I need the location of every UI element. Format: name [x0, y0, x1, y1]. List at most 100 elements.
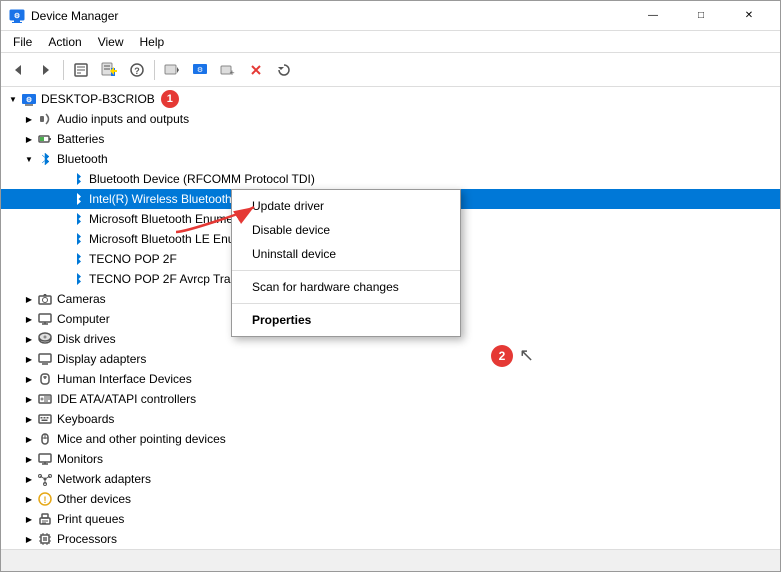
tree-item-monitors[interactable]: Monitors	[1, 449, 780, 469]
mice-label: Mice and other pointing devices	[57, 432, 226, 446]
cameras-icon	[37, 291, 53, 307]
expand-arrow-monitors[interactable]	[21, 451, 37, 467]
help-toolbar-button[interactable]: ?	[124, 57, 150, 83]
svg-text:⚙: ⚙	[197, 66, 203, 74]
bt4-icon	[69, 231, 85, 247]
maximize-button[interactable]: □	[678, 1, 724, 31]
device-manager-icon-button[interactable]: ⚙	[187, 57, 213, 83]
monitors-label: Monitors	[57, 452, 103, 466]
expand-arrow-network[interactable]	[21, 471, 37, 487]
toolbar: ? ⚙ +	[1, 53, 780, 87]
expand-arrow-audio[interactable]	[21, 111, 37, 127]
title-bar: ⚙ Device Manager — □ ✕	[1, 1, 780, 31]
ctx-update-driver[interactable]: Update driver	[232, 194, 460, 218]
display-icon	[37, 351, 53, 367]
window-controls: — □ ✕	[630, 1, 772, 31]
bt2-icon	[69, 191, 85, 207]
add-hardware-button[interactable]: +	[215, 57, 241, 83]
context-menu: Update driver Disable device Uninstall d…	[231, 189, 461, 337]
svg-text:!: !	[44, 495, 47, 505]
close-button[interactable]: ✕	[726, 1, 772, 31]
processors-icon	[37, 531, 53, 547]
hid-label: Human Interface Devices	[57, 372, 192, 386]
tree-item-processors[interactable]: Processors	[1, 529, 780, 549]
tree-item-hid[interactable]: Human Interface Devices	[1, 369, 780, 389]
uninstall-toolbar-button[interactable]	[243, 57, 269, 83]
separator1	[63, 60, 64, 80]
back-button[interactable]	[5, 57, 31, 83]
audio-label: Audio inputs and outputs	[57, 112, 189, 126]
badge-1: 1	[161, 90, 179, 108]
expand-arrow-print[interactable]	[21, 511, 37, 527]
bt1-icon	[69, 171, 85, 187]
other-icon: !	[37, 491, 53, 507]
status-bar	[1, 549, 780, 571]
scan-changes-toolbar-button[interactable]	[159, 57, 185, 83]
window-title: Device Manager	[31, 9, 630, 23]
expand-arrow-disk[interactable]	[21, 331, 37, 347]
bt5-label: TECNO POP 2F	[89, 252, 177, 266]
expand-arrow-computer[interactable]	[21, 311, 37, 327]
ctx-sep1	[232, 270, 460, 271]
ctx-scan-changes[interactable]: Scan for hardware changes	[232, 275, 460, 299]
ctx-properties[interactable]: Properties	[232, 308, 460, 332]
computer-label: Computer	[57, 312, 110, 326]
forward-button[interactable]	[33, 57, 59, 83]
disk-icon	[37, 331, 53, 347]
expand-arrow-mice[interactable]	[21, 431, 37, 447]
main-content: ⚙ DESKTOP-B3CRIOB 1 Audio inputs and	[1, 87, 780, 549]
svg-text:?: ?	[134, 66, 140, 76]
tree-item-other[interactable]: ! Other devices	[1, 489, 780, 509]
expand-arrow-cameras[interactable]	[21, 291, 37, 307]
batteries-label: Batteries	[57, 132, 104, 146]
properties-toolbar-button[interactable]	[68, 57, 94, 83]
tree-item-network[interactable]: Network adapters	[1, 469, 780, 489]
batteries-icon	[37, 131, 53, 147]
mice-icon	[37, 431, 53, 447]
tree-item-batteries[interactable]: Batteries	[1, 129, 780, 149]
tree-item-mice[interactable]: Mice and other pointing devices	[1, 429, 780, 449]
tree-item-display[interactable]: Display adapters	[1, 349, 780, 369]
menu-action[interactable]: Action	[40, 33, 89, 51]
ctx-sep2	[232, 303, 460, 304]
expand-arrow-root[interactable]	[5, 91, 21, 107]
cameras-label: Cameras	[57, 292, 106, 306]
print-icon	[37, 511, 53, 527]
menu-view[interactable]: View	[90, 33, 132, 51]
bluetooth-icon	[37, 151, 53, 167]
ctx-uninstall-device[interactable]: Uninstall device	[232, 242, 460, 266]
update-driver-toolbar-button[interactable]	[96, 57, 122, 83]
audio-icon	[37, 111, 53, 127]
expand-arrow-display[interactable]	[21, 351, 37, 367]
ctx-disable-device[interactable]: Disable device	[232, 218, 460, 242]
minimize-button[interactable]: —	[630, 1, 676, 31]
tree-item-audio[interactable]: Audio inputs and outputs	[1, 109, 780, 129]
network-label: Network adapters	[57, 472, 151, 486]
expand-arrow-hid[interactable]	[21, 371, 37, 387]
computer-icon	[37, 311, 53, 327]
expand-arrow-processors[interactable]	[21, 531, 37, 547]
tree-item-print[interactable]: Print queues	[1, 509, 780, 529]
tree-item-bt1[interactable]: Bluetooth Device (RFCOMM Protocol TDI)	[1, 169, 780, 189]
expand-arrow-ide[interactable]	[21, 391, 37, 407]
ide-icon	[37, 391, 53, 407]
expand-arrow-other[interactable]	[21, 491, 37, 507]
tree-item-root[interactable]: ⚙ DESKTOP-B3CRIOB 1	[1, 89, 780, 109]
bt6-icon	[69, 271, 85, 287]
ide-label: IDE ATA/ATAPI controllers	[57, 392, 196, 406]
expand-arrow-bluetooth[interactable]	[21, 151, 37, 167]
tree-item-ide[interactable]: IDE ATA/ATAPI controllers	[1, 389, 780, 409]
separator2	[154, 60, 155, 80]
tree-item-keyboard[interactable]: Keyboards	[1, 409, 780, 429]
bt3-icon	[69, 211, 85, 227]
tree-item-bluetooth[interactable]: Bluetooth	[1, 149, 780, 169]
menu-file[interactable]: File	[5, 33, 40, 51]
disk-label: Disk drives	[57, 332, 116, 346]
menu-help[interactable]: Help	[132, 33, 173, 51]
expand-arrow-keyboard[interactable]	[21, 411, 37, 427]
refresh-toolbar-button[interactable]	[271, 57, 297, 83]
keyboard-icon	[37, 411, 53, 427]
menu-bar: File Action View Help	[1, 31, 780, 53]
expand-arrow-batteries[interactable]	[21, 131, 37, 147]
bt4-label: Microsoft Bluetooth LE Enu…	[89, 232, 246, 246]
